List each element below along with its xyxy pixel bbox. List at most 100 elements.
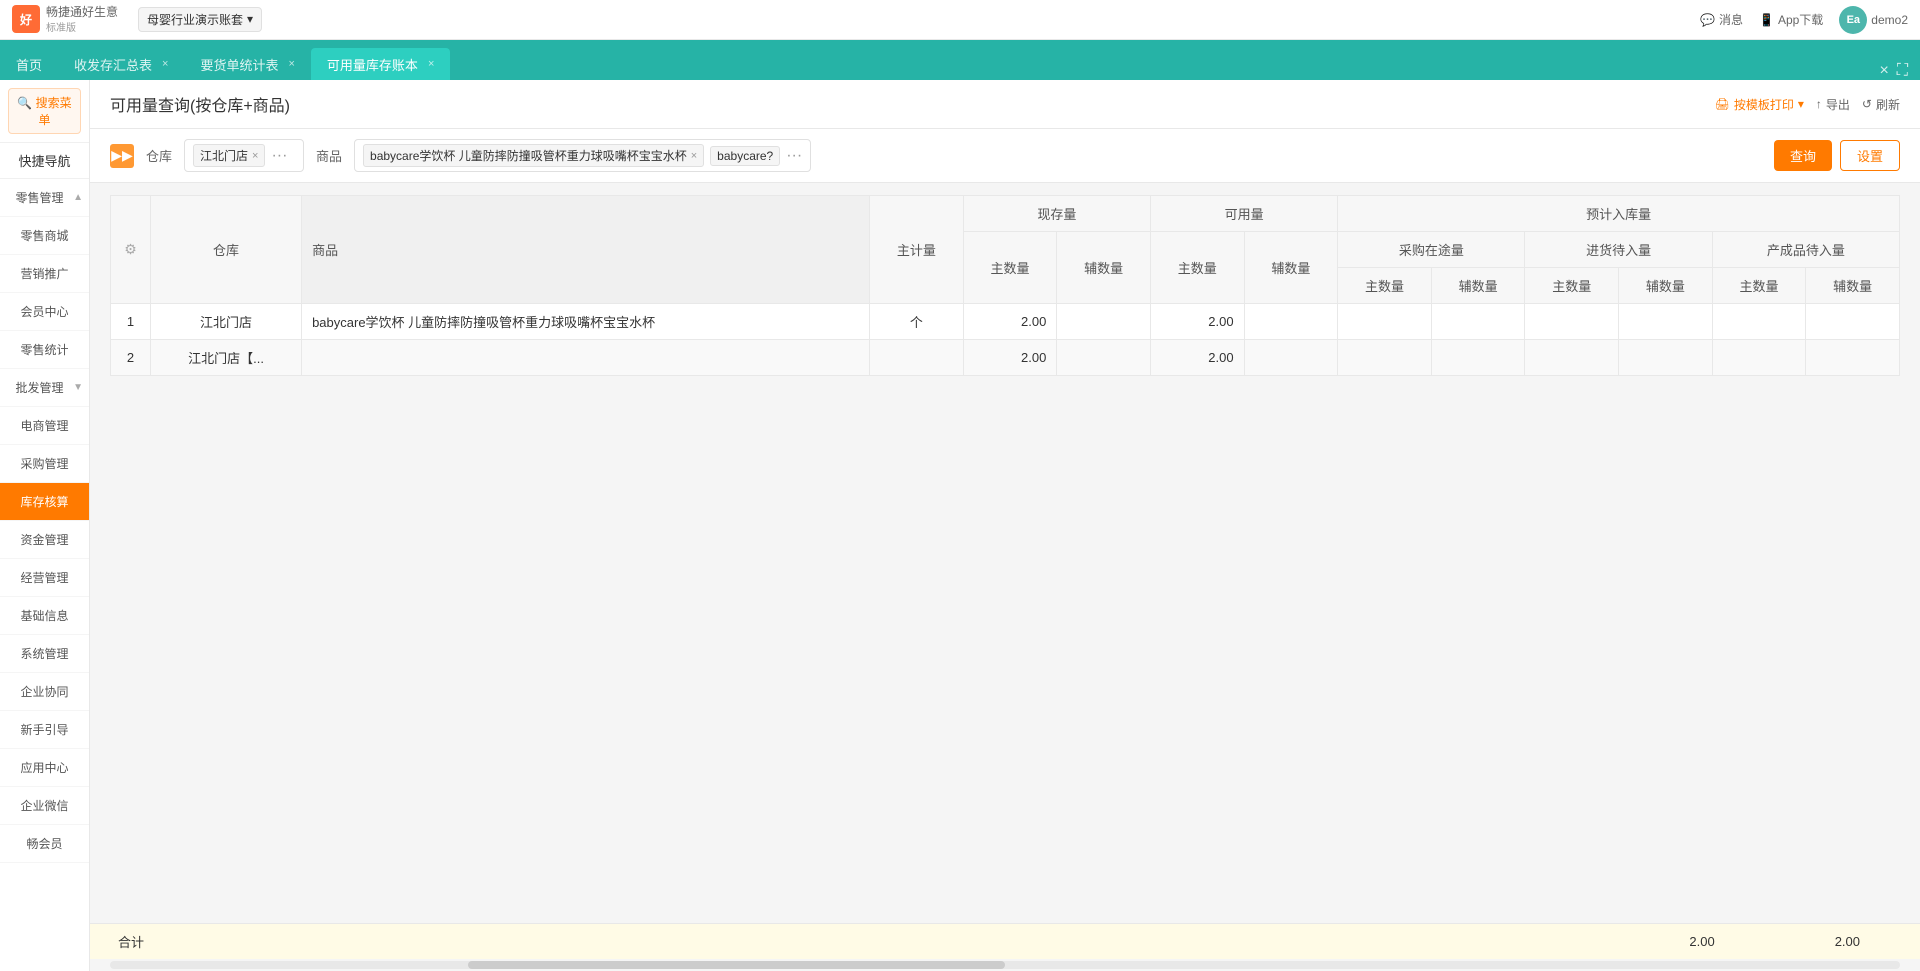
- sidebar-item-marketing-label: 营销推广: [6, 265, 83, 282]
- th-stock-aux: 辅数量: [1057, 232, 1151, 304]
- tab-order-label: 要货单统计表: [200, 55, 278, 74]
- sidebar-item-retail-stats[interactable]: 零售统计: [0, 331, 89, 369]
- th-purchase-transit: 采购在途量: [1338, 232, 1525, 268]
- settings-btn[interactable]: 设置: [1840, 140, 1900, 171]
- row1-avail-main: 2.00: [1150, 304, 1244, 340]
- sidebar-item-member2[interactable]: 畅会员: [0, 825, 89, 863]
- table-wrapper: ⚙ 仓库 商品 主计量 现存量 可用量 预计入库量 主数量 辅数量 主数量 辅数…: [90, 183, 1920, 923]
- top-bar-right: 💬 消息 📱 App下载 Ea demo2: [1700, 6, 1908, 34]
- sidebar-item-finance[interactable]: 资金管理: [0, 521, 89, 559]
- sidebar-item-enterprise[interactable]: 企业协同: [0, 673, 89, 711]
- row2-index: 2: [111, 340, 151, 376]
- product-more-icon[interactable]: ···: [786, 147, 802, 165]
- tab-inventory-label: 可用量库存账本: [327, 55, 418, 74]
- row1-production-main: [1712, 304, 1806, 340]
- tab-receive[interactable]: 收发存汇总表 ×: [58, 48, 184, 80]
- warehouse-filter-label: 仓库: [146, 146, 172, 165]
- sidebar-item-basic-info[interactable]: 基础信息: [0, 597, 89, 635]
- tab-order-close[interactable]: ×: [288, 58, 294, 70]
- sidebar-item-enterprise-wechat[interactable]: 企业微信: [0, 787, 89, 825]
- export-btn[interactable]: ↑ 导出: [1816, 96, 1850, 113]
- warehouse-tag-value: 江北门店: [200, 147, 248, 164]
- sidebar-item-inventory-check[interactable]: 库存核算: [0, 483, 89, 521]
- tab-receive-close[interactable]: ×: [162, 58, 168, 70]
- tenant-selector[interactable]: 母婴行业演示账套 ▾: [138, 7, 262, 32]
- sidebar-item-app-center[interactable]: 应用中心: [0, 749, 89, 787]
- row1-purchase-main: [1338, 304, 1432, 340]
- product-tag2: babycare?: [710, 146, 780, 166]
- warehouse-more-icon[interactable]: ···: [271, 147, 287, 165]
- content-area: 可用量查询(按仓库+商品) 🖨 按模板打印 ▾ ↑ 导出 ↺ 刷新 ▶▶: [90, 80, 1920, 971]
- filter-bar: ▶▶ 仓库 江北门店 × ··· 商品 babycare学饮杯 儿童防摔防撞吸管…: [90, 129, 1920, 183]
- row2-incoming-aux: [1619, 340, 1713, 376]
- data-table: ⚙ 仓库 商品 主计量 现存量 可用量 预计入库量 主数量 辅数量 主数量 辅数…: [110, 195, 1900, 376]
- product-filter-field[interactable]: babycare学饮杯 儿童防摔防撞吸管杯重力球吸嘴杯宝宝水杯 × babyca…: [354, 139, 811, 172]
- tab-expand[interactable]: ⛶: [1897, 62, 1908, 80]
- scrollbar-thumb[interactable]: [468, 961, 1005, 969]
- message-icon: 💬: [1700, 13, 1715, 27]
- sidebar-item-purchase[interactable]: 采购管理: [0, 445, 89, 483]
- tab-bar: 首页 收发存汇总表 × 要货单统计表 × 可用量库存账本 × × ⛶: [0, 40, 1920, 80]
- sidebar-item-retail-mall-label: 零售商城: [6, 227, 83, 244]
- sidebar-search-btn[interactable]: 🔍 搜索菜单: [8, 88, 81, 134]
- print-btn[interactable]: 🖨 按模板打印 ▾: [1715, 96, 1804, 113]
- tab-home[interactable]: 首页: [0, 48, 58, 80]
- product-tag1-close[interactable]: ×: [691, 150, 697, 162]
- app-download-btn[interactable]: 📱 App下载: [1759, 11, 1823, 28]
- filter-toggle-btn[interactable]: ▶▶: [110, 144, 134, 168]
- row2-incoming-main: [1525, 340, 1619, 376]
- row2-stock-aux: [1057, 340, 1151, 376]
- th-purchase-transit-aux: 辅数量: [1431, 268, 1525, 304]
- table-settings-icon[interactable]: ⚙: [124, 241, 137, 257]
- sidebar-item-wholesale-mgmt-label: 批发管理: [6, 379, 73, 396]
- print-label: 按模板打印: [1734, 96, 1794, 113]
- sidebar-item-member2-label: 畅会员: [6, 835, 83, 852]
- tab-close-all[interactable]: ×: [1879, 62, 1888, 80]
- export-icon: ↑: [1816, 97, 1822, 111]
- refresh-icon: ↺: [1862, 97, 1872, 111]
- row2-avail-aux: [1244, 340, 1338, 376]
- row2-product: [302, 340, 870, 376]
- username: demo2: [1871, 13, 1908, 27]
- row2-purchase-main: [1338, 340, 1432, 376]
- sidebar-item-retail-stats-label: 零售统计: [6, 341, 83, 358]
- tab-inventory-close[interactable]: ×: [428, 58, 434, 70]
- th-incoming-pending-aux: 辅数量: [1619, 268, 1713, 304]
- logo-text: 畅捷通好生意: [46, 5, 118, 19]
- sidebar-item-operations[interactable]: 经营管理: [0, 559, 89, 597]
- sidebar-item-wholesale-mgmt[interactable]: 批发管理 ▼: [0, 369, 89, 407]
- sidebar-item-system[interactable]: 系统管理: [0, 635, 89, 673]
- refresh-btn[interactable]: ↺ 刷新: [1862, 96, 1900, 113]
- sidebar-item-ecommerce[interactable]: 电商管理: [0, 407, 89, 445]
- sidebar-search-area: 🔍 搜索菜单: [0, 80, 89, 143]
- warehouse-tag: 江北门店 ×: [193, 144, 265, 167]
- th-purchase-transit-main: 主数量: [1338, 268, 1432, 304]
- app-download-label: App下载: [1778, 11, 1823, 28]
- footer-label: 合计: [118, 932, 144, 951]
- sidebar-item-marketing[interactable]: 营销推广: [0, 255, 89, 293]
- sidebar-item-retail-mall[interactable]: 零售商城: [0, 217, 89, 255]
- message-btn[interactable]: 💬 消息: [1700, 11, 1743, 28]
- sidebar-item-new-guide[interactable]: 新手引导: [0, 711, 89, 749]
- tab-inventory[interactable]: 可用量库存账本 ×: [311, 48, 450, 80]
- query-btn[interactable]: 查询: [1774, 140, 1832, 171]
- page-actions: 🖨 按模板打印 ▾ ↑ 导出 ↺ 刷新: [1715, 96, 1900, 113]
- sidebar-item-retail-mgmt[interactable]: 零售管理 ▲: [0, 179, 89, 217]
- quick-nav-btn[interactable]: 快捷导航: [0, 143, 89, 179]
- warehouse-filter-field[interactable]: 江北门店 × ···: [184, 139, 304, 172]
- row1-purchase-aux: [1431, 304, 1525, 340]
- th-production-pending-main: 主数量: [1712, 268, 1806, 304]
- sidebar-item-system-label: 系统管理: [6, 645, 83, 662]
- user-area[interactable]: Ea demo2: [1839, 6, 1908, 34]
- warehouse-tag-close[interactable]: ×: [252, 150, 258, 162]
- row1-index: 1: [111, 304, 151, 340]
- footer-available-total: 2.00: [1835, 934, 1860, 949]
- logo-sub: 标准版: [46, 19, 118, 34]
- product-tag1: babycare学饮杯 儿童防摔防撞吸管杯重力球吸嘴杯宝宝水杯 ×: [363, 144, 704, 167]
- th-main-unit: 主计量: [870, 196, 964, 304]
- th-production-pending: 产成品待入量: [1712, 232, 1899, 268]
- sidebar-item-member[interactable]: 会员中心: [0, 293, 89, 331]
- scrollbar[interactable]: [110, 961, 1900, 969]
- tab-home-label: 首页: [16, 55, 42, 74]
- tab-order[interactable]: 要货单统计表 ×: [184, 48, 310, 80]
